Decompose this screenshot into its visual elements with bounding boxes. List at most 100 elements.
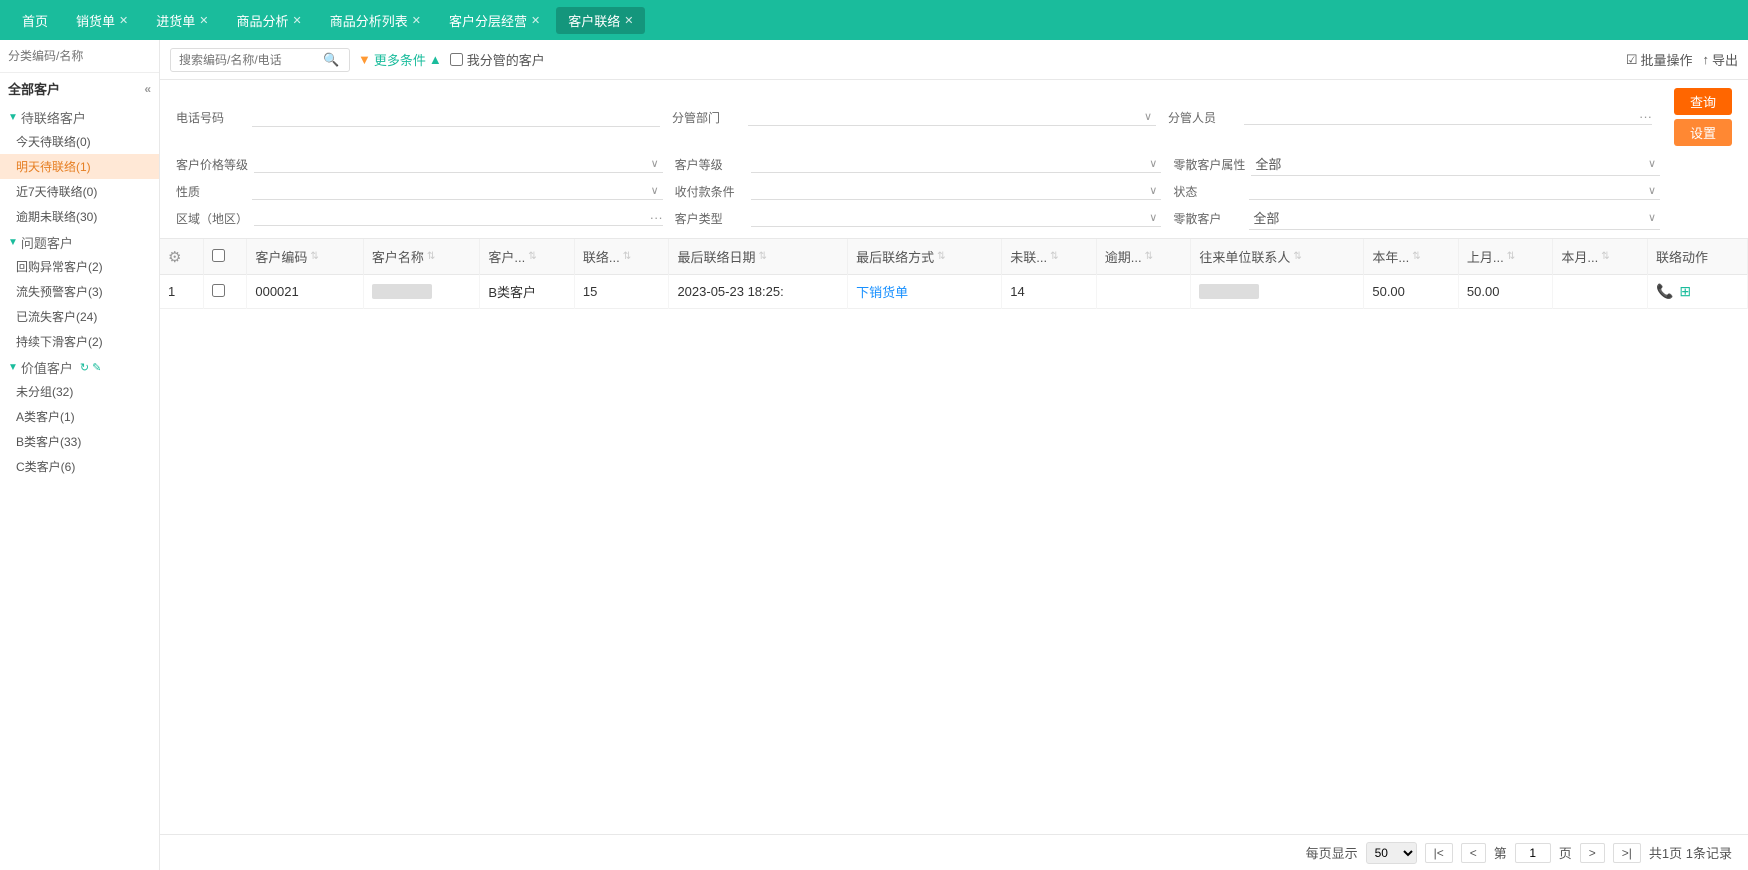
td-contact-count: 15 [574, 275, 669, 309]
filter-price-grade-select[interactable]: ∨ [254, 155, 663, 173]
sidebar-item-tomorrow-contact[interactable]: 明天待联络(1) [0, 154, 159, 179]
filter-dept-select[interactable]: ∨ [748, 108, 1156, 126]
td-unit-contact: ██████ [1191, 275, 1364, 309]
close-customer-tier[interactable]: ✕ [531, 14, 540, 27]
select-all-checkbox[interactable] [212, 249, 225, 262]
contact-person-blurred: ██████ [1199, 284, 1259, 299]
close-sales-order[interactable]: ✕ [119, 14, 128, 27]
last-page-btn[interactable]: >| [1613, 843, 1641, 863]
sidebar-item-class-c[interactable]: C类客户(6) [0, 454, 159, 479]
close-product-analysis-list[interactable]: ✕ [412, 14, 421, 27]
main-search-input[interactable] [179, 53, 319, 67]
filter-payment-terms-select[interactable]: ∨ [751, 182, 1162, 200]
search-icon[interactable]: 🔍 [323, 52, 339, 68]
sort-overdue-icon[interactable]: ⇅ [1145, 251, 1153, 262]
filter-customer-type-label: 客户类型 [675, 210, 745, 227]
sidebar-item-repurchase-abnormal[interactable]: 回购异常客户(2) [0, 254, 159, 279]
per-page-select[interactable]: 50 100 200 [1366, 842, 1417, 864]
td-this-month [1553, 275, 1648, 309]
sort-contact-icon[interactable]: ⇅ [623, 251, 631, 262]
sort-uncontacted-icon[interactable]: ⇅ [1050, 251, 1058, 262]
nav-customer-contact[interactable]: 客户联络 ✕ [556, 7, 645, 34]
grid-icon[interactable]: ⊞ [1679, 283, 1691, 300]
content-area: 🔍 ▼ 更多条件 ▲ 我分管的客户 ☑ 批量操作 ↑ 导出 [160, 40, 1748, 870]
filter-row-1: 电话号码 分管部门 ∨ 分管人员 ··· 查询 [176, 88, 1732, 146]
filter-customer-type-select[interactable]: ∨ [751, 209, 1162, 227]
filter-status-select[interactable]: ∨ [1249, 182, 1660, 200]
col-settings[interactable]: ⚙ [160, 239, 203, 275]
prev-page-btn[interactable]: < [1461, 843, 1486, 863]
close-product-analysis[interactable]: ✕ [293, 14, 302, 27]
nav-home[interactable]: 首页 [10, 7, 60, 34]
filter-nature: 性质 ∨ [176, 182, 663, 200]
sidebar-item-churn-warning[interactable]: 流失预警客户(3) [0, 279, 159, 304]
sidebar-item-class-b[interactable]: B类客户(33) [0, 429, 159, 454]
my-customers-toggle[interactable]: 我分管的客户 [450, 50, 545, 69]
nav-customer-tier[interactable]: 客户分层经营 ✕ [437, 7, 552, 34]
sort-thismonth-icon[interactable]: ⇅ [1601, 251, 1609, 262]
sort-date-icon[interactable]: ⇅ [758, 251, 766, 262]
nav-purchase-order[interactable]: 进货单 ✕ [144, 7, 220, 34]
sidebar-item-churned[interactable]: 已流失客户(24) [0, 304, 159, 329]
batch-ops-button[interactable]: ☑ 批量操作 [1626, 50, 1693, 69]
close-purchase-order[interactable]: ✕ [199, 14, 208, 27]
table-settings-gear[interactable]: ⚙ [168, 249, 181, 266]
filter-customer-grade-select[interactable]: ∨ [751, 155, 1162, 173]
sort-lastmonth-icon[interactable]: ⇅ [1507, 251, 1515, 262]
sidebar-item-ungrouped[interactable]: 未分组(32) [0, 379, 159, 404]
edit-icon[interactable]: ✎ [92, 361, 101, 374]
sidebar-all-customers[interactable]: 全部客户 « [0, 73, 159, 104]
toolbar-right: ☑ 批量操作 ↑ 导出 [1626, 50, 1738, 69]
nav-product-analysis[interactable]: 商品分析 ✕ [224, 7, 313, 34]
td-checkbox[interactable] [203, 275, 246, 309]
sidebar-item-declining[interactable]: 持续下滑客户(2) [0, 329, 159, 354]
row-checkbox[interactable] [212, 284, 225, 297]
sidebar-item-class-a[interactable]: A类客户(1) [0, 404, 159, 429]
nav-sales-order[interactable]: 销货单 ✕ [64, 7, 140, 34]
my-customers-checkbox[interactable] [450, 53, 463, 66]
settings-button[interactable]: 设置 [1674, 119, 1732, 146]
filter-retail-attr-select[interactable]: 全部 ∨ [1251, 152, 1660, 176]
col-last-contact-date: 最后联络日期⇅ [669, 239, 848, 275]
filter-phone-input[interactable] [252, 108, 660, 127]
filter-panel: 电话号码 分管部门 ∨ 分管人员 ··· 查询 [160, 80, 1748, 239]
page-number-input[interactable] [1515, 843, 1551, 863]
col-unit-contact: 往来单位联系人⇅ [1191, 239, 1364, 275]
more-filters-button[interactable]: ▼ 更多条件 ▲ [358, 50, 442, 69]
collapse-icon[interactable]: « [144, 82, 151, 96]
action-icons: 📞 ⊞ [1656, 283, 1739, 300]
filter-status-label: 状态 [1173, 183, 1243, 200]
sort-unit-icon[interactable]: ⇅ [1293, 251, 1301, 262]
sidebar-item-today-contact[interactable]: 今天待联络(0) [0, 129, 159, 154]
filter-customer-type: 客户类型 ∨ [675, 209, 1162, 227]
col-this-year: 本年...⇅ [1364, 239, 1459, 275]
sort-type-icon[interactable]: ⇅ [528, 251, 536, 262]
sidebar-group-value: ▼ 价值客户 ↻ ✎ [0, 354, 159, 379]
refresh-icon[interactable]: ↻ [80, 361, 89, 374]
filter-status-arrow: ∨ [1648, 184, 1656, 197]
col-checkbox[interactable] [203, 239, 246, 275]
query-button[interactable]: 查询 [1674, 88, 1732, 115]
first-page-btn[interactable]: |< [1425, 843, 1453, 863]
sidebar-item-overdue-contact[interactable]: 逾期未联络(30) [0, 204, 159, 229]
filter-manager-dots[interactable]: ··· [1639, 109, 1652, 124]
filter-dept-arrow: ∨ [1144, 110, 1152, 123]
call-icon[interactable]: 📞 [1656, 283, 1673, 300]
sort-code-icon[interactable]: ⇅ [310, 251, 318, 262]
export-button[interactable]: ↑ 导出 [1702, 50, 1738, 69]
next-page-btn[interactable]: > [1580, 843, 1605, 863]
filter-nature-select[interactable]: ∨ [252, 182, 663, 200]
nav-product-analysis-list[interactable]: 商品分析列表 ✕ [318, 7, 433, 34]
sidebar-search-input[interactable] [8, 49, 160, 63]
filter-retail-customer-select[interactable]: 全部 ∨ [1249, 206, 1660, 230]
filter-region-dots[interactable]: ··· [650, 210, 663, 225]
triangle-icon-2: ▼ [8, 237, 18, 248]
sort-method-icon[interactable]: ⇅ [937, 251, 945, 262]
filter-region-label: 区域（地区） [176, 210, 248, 227]
close-customer-contact[interactable]: ✕ [624, 14, 633, 27]
td-last-contact-method[interactable]: 下销货单 [848, 275, 1002, 309]
sort-year-icon[interactable]: ⇅ [1412, 251, 1420, 262]
sort-name-icon[interactable]: ⇅ [427, 251, 435, 262]
sidebar-item-7days-contact[interactable]: 近7天待联络(0) [0, 179, 159, 204]
last-contact-method-link[interactable]: 下销货单 [856, 285, 908, 300]
